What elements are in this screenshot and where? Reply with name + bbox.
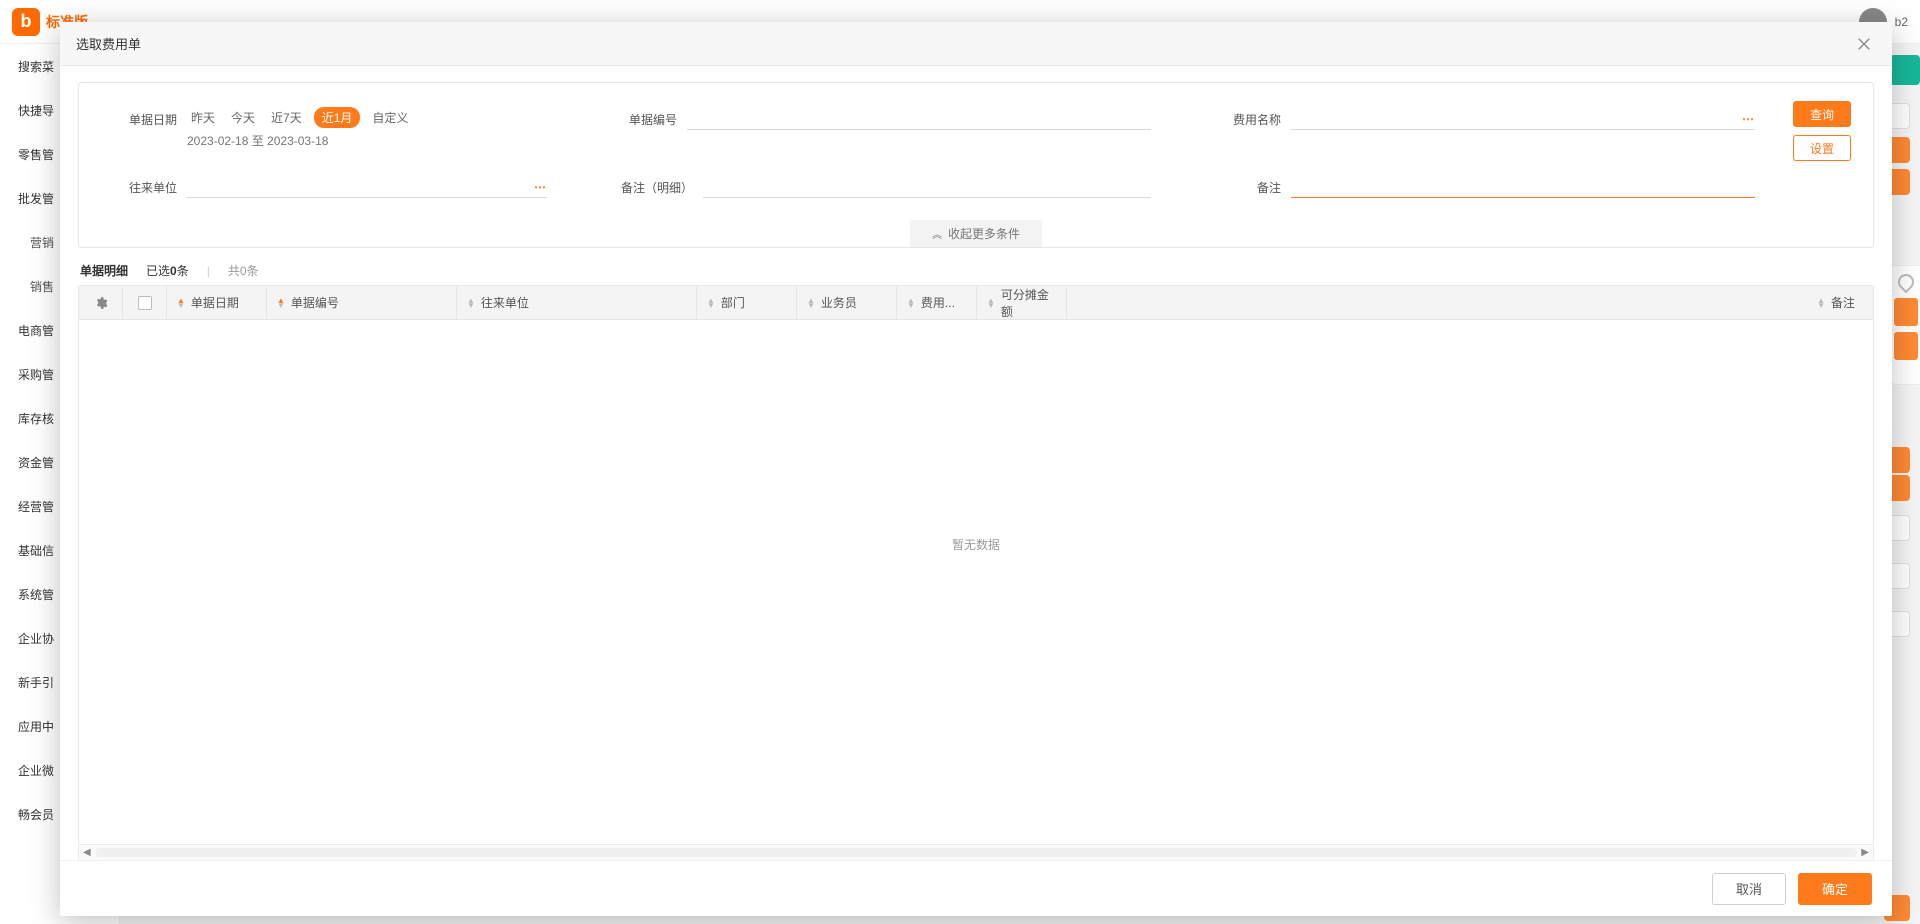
date-range-text: 2023-02-18 至 2023-03-18 bbox=[187, 132, 547, 149]
sort-icon: ▲▼ bbox=[177, 298, 185, 308]
party-picker-icon[interactable]: ⋯ bbox=[534, 180, 547, 194]
filter-label-fee-name: 费用名称 bbox=[1211, 107, 1281, 128]
modal-header: 选取费用单 bbox=[60, 22, 1892, 66]
table-header: ▲▼ 单据日期 ▲▼ 单据编号 ▲▼ 往来单位 ▲▼ 部门 ▲▼ 业务员 bbox=[79, 286, 1873, 320]
sort-icon: ▲▼ bbox=[1817, 298, 1825, 308]
checkbox-icon bbox=[138, 296, 152, 310]
filter-label-party: 往来单位 bbox=[107, 175, 177, 196]
sort-icon: ▲▼ bbox=[707, 298, 715, 308]
date-chip-custom[interactable]: 自定义 bbox=[368, 107, 412, 128]
note-detail-input[interactable] bbox=[703, 175, 1151, 198]
filter-label-date: 单据日期 bbox=[107, 107, 177, 128]
col-remark[interactable]: ▲▼ 备注 bbox=[1067, 286, 1873, 319]
col-party[interactable]: ▲▼ 往来单位 bbox=[457, 286, 697, 319]
scroll-right-icon[interactable]: ▶ bbox=[1861, 847, 1869, 858]
col-split[interactable]: ▲▼ 可分摊金额 bbox=[977, 286, 1067, 319]
col-date[interactable]: ▲▼ 单据日期 bbox=[167, 286, 267, 319]
sort-icon: ▲▼ bbox=[987, 298, 995, 308]
modal-footer: 取消 确定 bbox=[60, 860, 1892, 916]
empty-state: 暂无数据 bbox=[79, 536, 1873, 553]
logo-mark-icon: b bbox=[12, 8, 40, 36]
date-chip-group: 昨天 今天 近7天 近1月 自定义 bbox=[187, 107, 547, 128]
confirm-button[interactable]: 确定 bbox=[1798, 873, 1872, 905]
image-icon bbox=[1894, 298, 1918, 326]
date-chip-month[interactable]: 近1月 bbox=[314, 107, 361, 128]
doc-no-input[interactable] bbox=[687, 107, 1151, 130]
sort-icon: ▲▼ bbox=[907, 298, 915, 308]
horizontal-scrollbar[interactable]: ◀ ▶ bbox=[78, 845, 1874, 860]
result-table: ▲▼ 单据日期 ▲▼ 单据编号 ▲▼ 往来单位 ▲▼ 部门 ▲▼ 业务员 bbox=[78, 285, 1874, 845]
settings-button[interactable]: 设置 bbox=[1793, 135, 1851, 161]
chevron-up-icon: ︽ bbox=[932, 226, 942, 241]
sort-icon: ▲▼ bbox=[277, 298, 285, 308]
filter-label-doc-no: 单据编号 bbox=[607, 107, 677, 128]
modal-body: 查询 设置 单据日期 昨天 今天 近7天 近1月 自定义 2 bbox=[60, 66, 1892, 860]
fee-name-picker-icon[interactable]: ⋯ bbox=[1742, 112, 1755, 126]
col-ywy[interactable]: ▲▼ 业务员 bbox=[797, 286, 897, 319]
collapse-label: 收起更多条件 bbox=[948, 225, 1020, 242]
fee-name-input[interactable] bbox=[1291, 107, 1755, 130]
section-title: 单据明细 bbox=[80, 262, 128, 279]
filter-card: 查询 设置 单据日期 昨天 今天 近7天 近1月 自定义 2 bbox=[78, 82, 1874, 248]
col-code[interactable]: ▲▼ 单据编号 bbox=[267, 286, 457, 319]
section-divider: | bbox=[207, 264, 210, 278]
modal-title: 选取费用单 bbox=[76, 34, 141, 53]
party-input[interactable] bbox=[187, 175, 547, 198]
scroll-left-icon[interactable]: ◀ bbox=[83, 847, 91, 858]
filter-actions: 查询 设置 bbox=[1793, 101, 1851, 161]
selected-count: 0 bbox=[170, 264, 177, 278]
close-icon[interactable] bbox=[1852, 32, 1876, 56]
selected-suffix: 条 bbox=[177, 264, 189, 278]
sort-icon: ▲▼ bbox=[807, 298, 815, 308]
col-dept[interactable]: ▲▼ 部门 bbox=[697, 286, 797, 319]
selected-prefix: 已选 bbox=[146, 264, 170, 278]
cancel-button[interactable]: 取消 bbox=[1712, 873, 1786, 905]
image-icon bbox=[1894, 332, 1918, 360]
note-input[interactable] bbox=[1291, 175, 1755, 198]
bg-expand-icon[interactable] bbox=[1890, 55, 1920, 85]
column-settings-button[interactable] bbox=[79, 286, 123, 319]
scroll-track[interactable] bbox=[95, 848, 1857, 857]
bg-attachment-panel[interactable] bbox=[1890, 265, 1920, 385]
user-suffix: b2 bbox=[1895, 15, 1908, 29]
col-fee[interactable]: ▲▼ 费用... bbox=[897, 286, 977, 319]
sort-icon: ▲▼ bbox=[467, 298, 475, 308]
paperclip-icon bbox=[1894, 271, 1917, 294]
collapse-filters-button[interactable]: ︽ 收起更多条件 bbox=[910, 220, 1042, 247]
section-header: 单据明细 已选0条 | 共0条 bbox=[80, 262, 1874, 279]
date-chip-today[interactable]: 今天 bbox=[227, 107, 259, 128]
date-chip-week[interactable]: 近7天 bbox=[267, 107, 306, 128]
section-total: 共0条 bbox=[228, 262, 259, 279]
select-all-checkbox[interactable] bbox=[123, 286, 167, 319]
gear-icon bbox=[94, 296, 108, 310]
filter-label-note-detail: 备注（明细） bbox=[607, 175, 693, 196]
query-button[interactable]: 查询 bbox=[1793, 101, 1851, 127]
filter-label-note: 备注 bbox=[1211, 175, 1281, 196]
date-chip-yesterday[interactable]: 昨天 bbox=[187, 107, 219, 128]
select-fee-modal: 选取费用单 查询 设置 单据日期 昨天 今天 近7天 bbox=[60, 22, 1892, 916]
